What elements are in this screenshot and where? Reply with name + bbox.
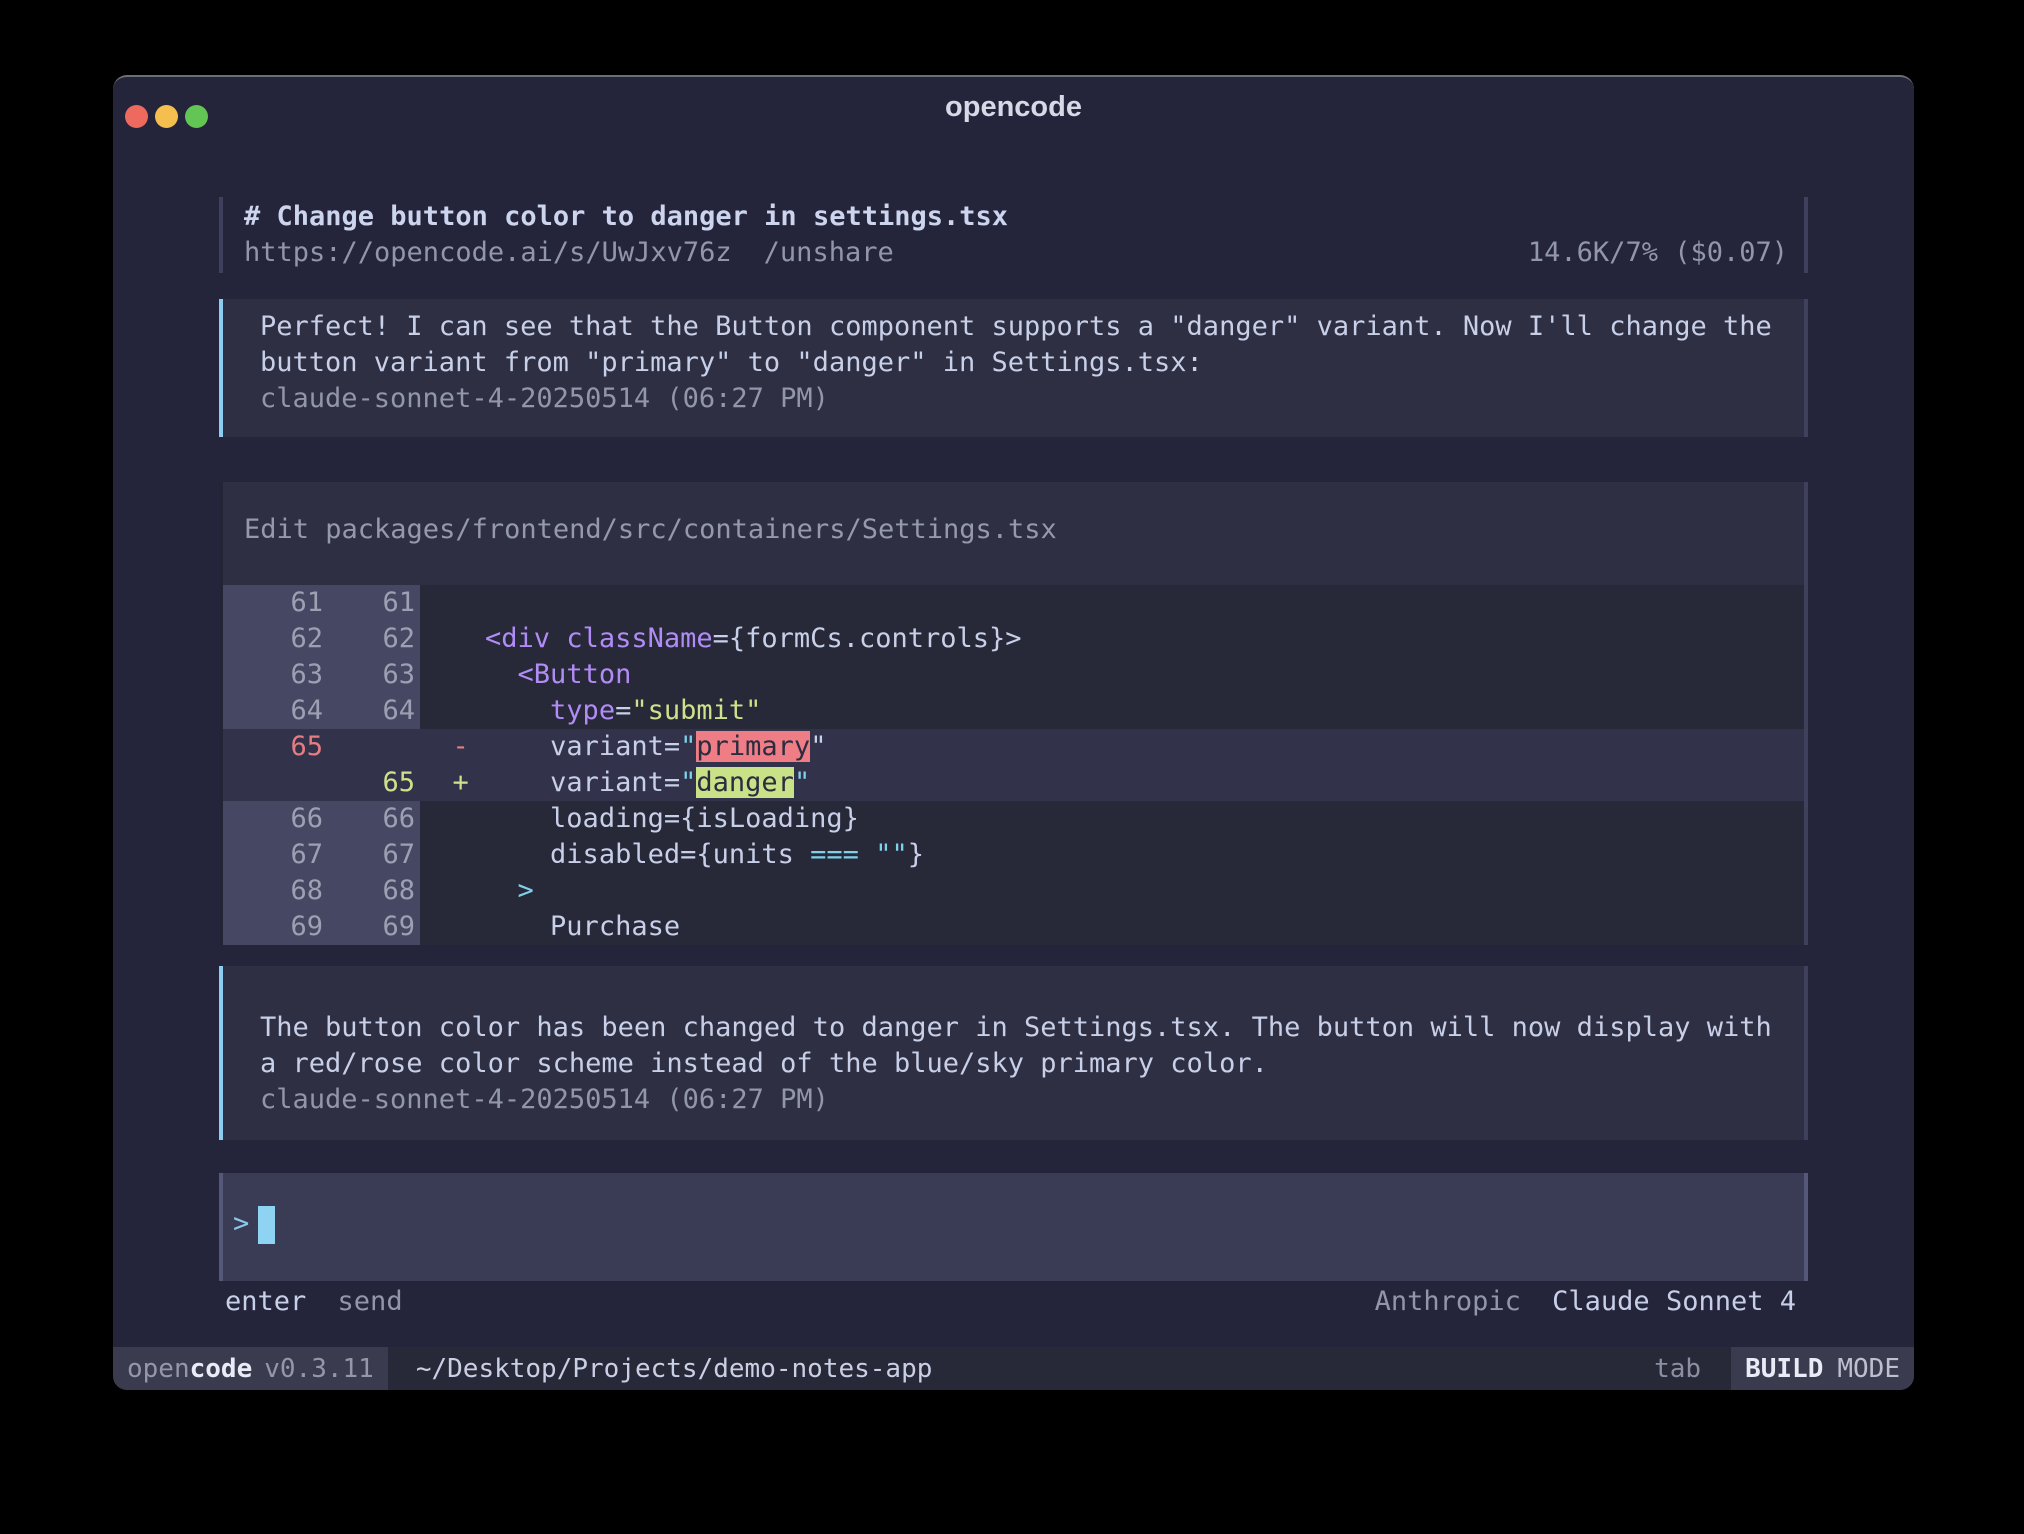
close-button[interactable] <box>125 105 148 128</box>
new-line-number: 66 <box>323 801 415 837</box>
share-url[interactable]: https://opencode.ai/s/UwJxv76z <box>244 235 732 271</box>
status-bar: opencode v0.3.11 ~/Desktop/Projects/demo… <box>113 1347 1914 1390</box>
diff-code-line: type="submit" <box>420 693 1804 729</box>
prompt-caret-icon: > <box>233 1206 249 1242</box>
send-label: send <box>338 1286 403 1317</box>
diff-gutter: 65 <box>223 729 420 765</box>
diff-row: 6464 type="submit" <box>223 693 1804 729</box>
new-line-number: 69 <box>323 909 415 945</box>
mode-mode-label: MODE <box>1837 1351 1900 1387</box>
edit-tool-title: Edit packages/frontend/src/containers/Se… <box>223 482 1804 585</box>
minimize-button[interactable] <box>155 105 178 128</box>
message-line: button variant from "primary" to "danger… <box>260 345 1788 381</box>
new-line-number: 67 <box>323 837 415 873</box>
message-model-meta: claude-sonnet-4-20250514 (06:27 PM) <box>260 381 1788 417</box>
mode-segment[interactable]: BUILD MODE <box>1731 1347 1914 1390</box>
app-name-code: code <box>190 1351 253 1387</box>
new-line-number: 68 <box>323 873 415 909</box>
send-hint: enter send <box>225 1284 403 1320</box>
unshare-command[interactable]: /unshare <box>764 235 894 271</box>
new-line-number: 63 <box>323 657 415 693</box>
diff-row: 6969 Purchase <box>223 909 1804 945</box>
message-model-meta: claude-sonnet-4-20250514 (06:27 PM) <box>260 1082 1788 1118</box>
diff-code-line: loading={isLoading} <box>420 801 1804 837</box>
app-version-segment: opencode v0.3.11 <box>113 1347 388 1390</box>
message-text: The button color has been changed to dan… <box>260 1010 1788 1082</box>
session-header: # Change button color to danger in setti… <box>219 197 1808 273</box>
diff-gutter: 6969 <box>223 909 420 945</box>
old-line-number: 63 <box>223 657 323 693</box>
diff-gutter: 6767 <box>223 837 420 873</box>
diff-row: 65 - variant="primary" <box>223 729 1804 765</box>
diff-code-line: <Button <box>420 657 1804 693</box>
diff-code-line: > <box>420 873 1804 909</box>
model-label: Claude Sonnet 4 <box>1552 1286 1796 1317</box>
model-indicator: Anthropic Claude Sonnet 4 <box>1375 1284 1796 1320</box>
new-line-number: 65 <box>323 765 415 801</box>
diff-gutter: 65 <box>223 765 420 801</box>
diff-row: 6161 <box>223 585 1804 621</box>
assistant-message: The button color has been changed to dan… <box>219 966 1808 1140</box>
diff-row: 6868 > <box>223 873 1804 909</box>
diff-row: 6666 loading={isLoading} <box>223 801 1804 837</box>
assistant-message: Perfect! I can see that the Button compo… <box>219 299 1808 437</box>
input-footer: enter send Anthropic Claude Sonnet 4 <box>219 1284 1808 1320</box>
old-line-number: 68 <box>223 873 323 909</box>
diff-gutter: 6363 <box>223 657 420 693</box>
diff-gutter: 6262 <box>223 621 420 657</box>
diff-row: 6767 disabled={units === ""} <box>223 837 1804 873</box>
traffic-lights <box>125 105 208 128</box>
app-name-open: open <box>127 1351 190 1387</box>
diff-code-line: Purchase <box>420 909 1804 945</box>
old-line-number: 62 <box>223 621 323 657</box>
diff-gutter: 6868 <box>223 873 420 909</box>
old-line-number: 67 <box>223 837 323 873</box>
diff-row: 6262 <div className={formCs.controls}> <box>223 621 1804 657</box>
diff-gutter: 6464 <box>223 693 420 729</box>
new-line-number: 64 <box>323 693 415 729</box>
prompt-input[interactable]: > <box>219 1173 1808 1281</box>
old-line-number: 65 <box>223 729 323 765</box>
message-line: Perfect! I can see that the Button compo… <box>260 309 1788 345</box>
diff-code-line: - variant="primary" <box>420 729 1804 765</box>
message-text: Perfect! I can see that the Button compo… <box>260 309 1788 381</box>
diff-gutter: 6666 <box>223 801 420 837</box>
diff-code-line: <div className={formCs.controls}> <box>420 621 1804 657</box>
token-cost-stats: 14.6K/7% ($0.07) <box>1528 235 1788 271</box>
diff-code-line <box>420 585 1804 621</box>
tab-key-hint: tab <box>1654 1351 1701 1387</box>
text-cursor <box>258 1206 275 1244</box>
diff-view: 61616262 <div className={formCs.controls… <box>223 585 1804 945</box>
session-subheader: https://opencode.ai/s/UwJxv76z /unshare … <box>244 235 1788 271</box>
app-version: v0.3.11 <box>264 1351 374 1387</box>
enter-key-hint: enter <box>225 1286 306 1317</box>
old-line-number: 66 <box>223 801 323 837</box>
provider-label: Anthropic <box>1375 1286 1521 1317</box>
diff-gutter: 6161 <box>223 585 420 621</box>
edit-tool-panel: Edit packages/frontend/src/containers/Se… <box>219 482 1808 945</box>
diff-code-line: + variant="danger" <box>420 765 1804 801</box>
working-directory: ~/Desktop/Projects/demo-notes-app <box>416 1351 933 1387</box>
old-line-number: 64 <box>223 693 323 729</box>
diff-code-line: disabled={units === ""} <box>420 837 1804 873</box>
session-content: # Change button color to danger in setti… <box>113 197 1914 1320</box>
new-line-number: 62 <box>323 621 415 657</box>
titlebar: opencode <box>113 77 1914 137</box>
opencode-window: opencode # Change button color to danger… <box>113 75 1914 1390</box>
old-line-number: 61 <box>223 585 323 621</box>
new-line-number: 61 <box>323 585 415 621</box>
desktop: { "window": { "title": "opencode", "traf… <box>0 0 2024 1534</box>
old-line-number: 69 <box>223 909 323 945</box>
session-title: # Change button color to danger in setti… <box>244 199 1788 235</box>
mode-build-label: BUILD <box>1745 1351 1823 1387</box>
diff-row: 65 + variant="danger" <box>223 765 1804 801</box>
message-line: The button color has been changed to dan… <box>260 1010 1788 1046</box>
message-line: a red/rose color scheme instead of the b… <box>260 1046 1788 1082</box>
zoom-button[interactable] <box>185 105 208 128</box>
window-title: opencode <box>945 77 1082 137</box>
diff-row: 6363 <Button <box>223 657 1804 693</box>
